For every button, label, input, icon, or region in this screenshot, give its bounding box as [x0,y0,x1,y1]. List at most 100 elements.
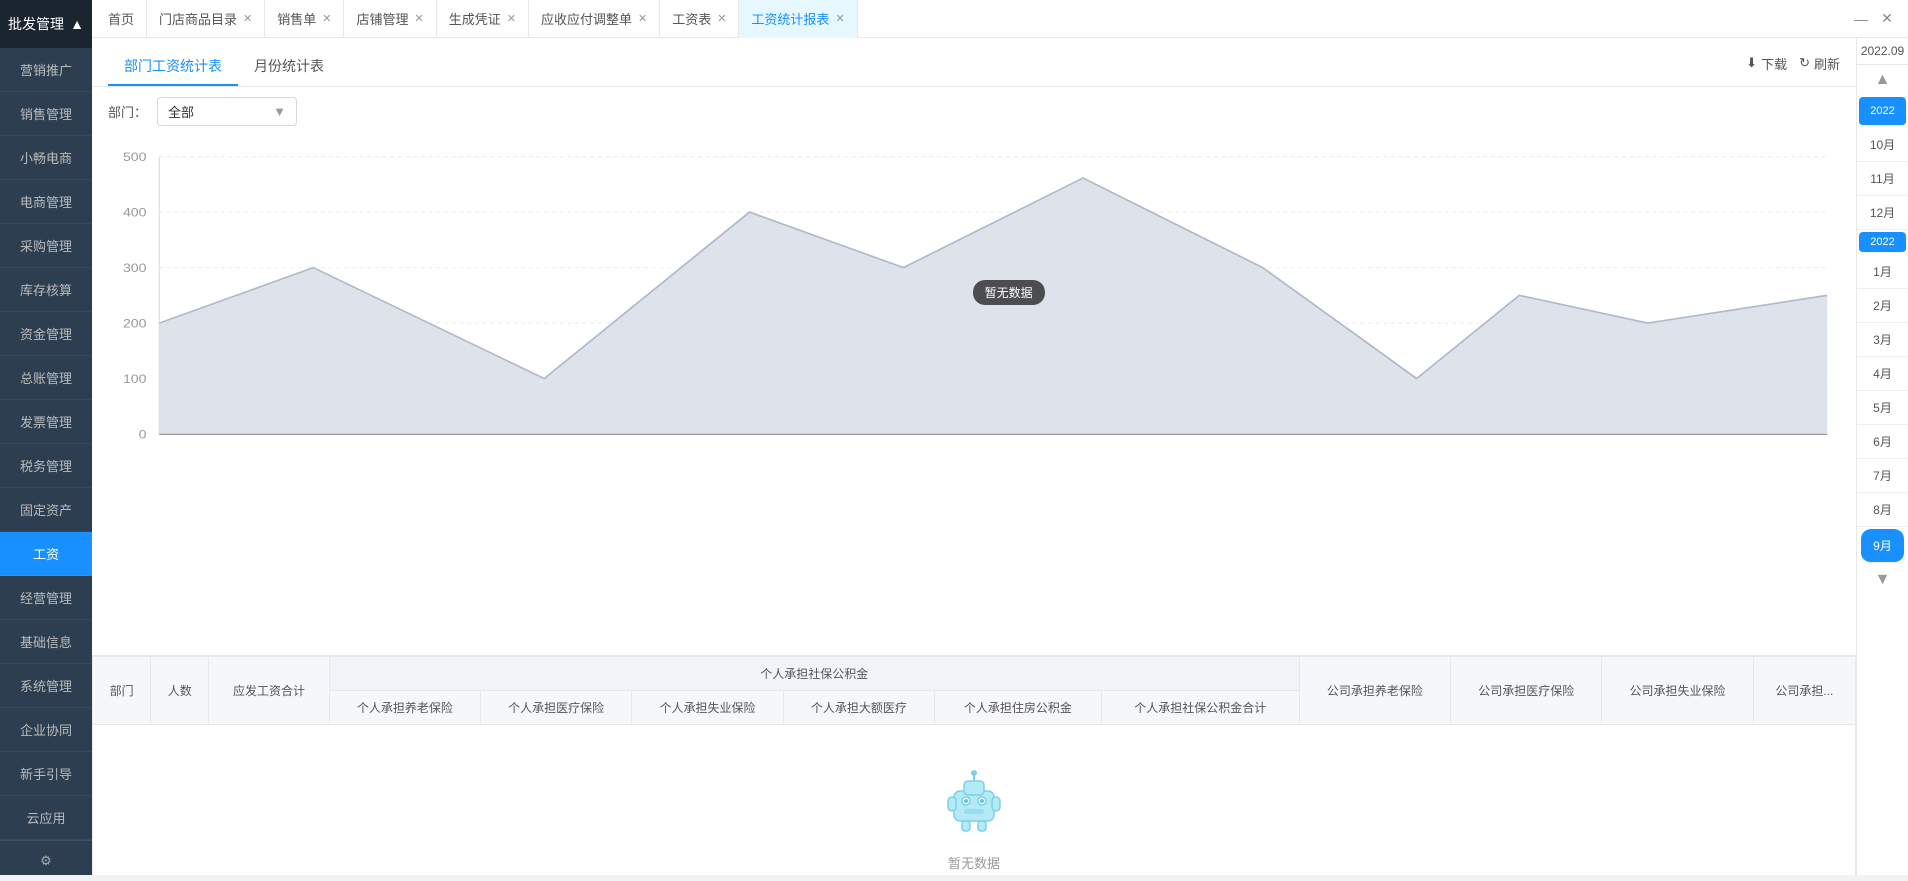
gear-icon: ⚙ [40,853,52,868]
th-personal-housing: 个人承担住房公积金 [935,691,1102,725]
tab-store-catalog[interactable]: 门店商品目录 ✕ [147,0,265,38]
date-month-6[interactable]: 6月 [1857,425,1908,459]
refresh-button[interactable]: ↻ 刷新 [1799,54,1840,73]
filter-row: 部门： 全部 ▼ [92,87,1856,136]
sidebar-toggle-icon: ▲ [70,16,84,32]
th-personal-group: 个人承担社保公积金 [329,657,1299,691]
chart-container: 0 100 200 300 400 500 暂无数据 [108,146,1840,466]
date-month-2[interactable]: 2月 [1857,289,1908,323]
sidebar-item-dscgl[interactable]: 电商管理 [0,180,92,224]
th-personal-large-medical: 个人承担大额医疗 [783,691,934,725]
th-company-unemploy: 公司承担失业保险 [1602,657,1753,725]
sidebar-item-gz[interactable]: 工资 [0,532,92,576]
empty-label: 暂无数据 [948,853,1000,872]
chart-area: 0 100 200 300 400 500 暂无数据 [92,136,1856,655]
tab-payroll[interactable]: 工资表 ✕ [660,0,739,38]
svg-text:400: 400 [123,206,147,220]
minimize-button[interactable]: — [1852,10,1870,28]
chart-svg: 0 100 200 300 400 500 [108,146,1840,466]
date-month-1[interactable]: 1月 [1857,255,1908,289]
tab-adjustment[interactable]: 应收应付调整单 ✕ [529,0,660,38]
date-month-4[interactable]: 4月 [1857,357,1908,391]
svg-text:200: 200 [123,316,147,330]
date-panel-current[interactable]: 2022.09 [1857,38,1908,65]
table-wrapper[interactable]: 部门 人数 应发工资合计 个人承担社保公积金 公司承担养老保险 公司承担医疗保险… [92,655,1856,875]
sidebar-item-gdze[interactable]: 固定资产 [0,488,92,532]
date-month-3[interactable]: 3月 [1857,323,1908,357]
tab-close-shop-mgmt[interactable]: ✕ [415,12,424,25]
dropdown-arrow-icon: ▼ [273,104,286,119]
page-main: 部门工资统计表 月份统计表 ⬇ 下载 ↻ 刷新 [92,38,1856,875]
date-panel-up-arrow[interactable]: ▲ [1857,65,1908,95]
sub-tabs: 部门工资统计表 月份统计表 ⬇ 下载 ↻ 刷新 [92,38,1856,87]
sidebar-item-xcdsc[interactable]: 小畅电商 [0,136,92,180]
date-year-2022-marker: 2022 [1859,232,1906,253]
sub-tab-month[interactable]: 月份统计表 [238,48,340,86]
svg-text:500: 500 [123,150,147,164]
download-icon: ⬇ [1746,55,1757,71]
main-area: 首页 门店商品目录 ✕ 销售单 ✕ 店铺管理 ✕ 生成凭证 ✕ 应收应付调整单 … [92,0,1908,875]
tab-home[interactable]: 首页 [96,0,147,38]
filter-dept-value: 全部 [168,102,194,121]
tabs-bar: 首页 门店商品目录 ✕ 销售单 ✕ 店铺管理 ✕ 生成凭证 ✕ 应收应付调整单 … [92,0,1908,38]
sidebar-item-zjgl[interactable]: 资金管理 [0,312,92,356]
data-table: 部门 人数 应发工资合计 个人承担社保公积金 公司承担养老保险 公司承担医疗保险… [92,656,1856,875]
sidebar: 批发管理 ▲ 营销推广 销售管理 小畅电商 电商管理 采购管理 库存核算 资金管… [0,0,92,875]
tab-close-adjustment[interactable]: ✕ [638,12,647,25]
date-month-9[interactable]: 9月 [1861,529,1904,563]
th-company-medical: 公司承担医疗保险 [1451,657,1602,725]
th-count: 人数 [151,657,209,725]
svg-text:300: 300 [123,261,147,275]
th-company-pension: 公司承担养老保险 [1299,657,1450,725]
date-panel: 2022.09 ▲ 2022 10月 11月 12月 2022 1月 2月 3月… [1856,38,1908,875]
sidebar-header[interactable]: 批发管理 ▲ [0,0,92,48]
date-month-11[interactable]: 11月 [1857,162,1908,196]
tab-shop-mgmt[interactable]: 店铺管理 ✕ [344,0,436,38]
sidebar-item-yyyp[interactable]: 云应用 [0,796,92,840]
th-company-more: 公司承担... [1753,657,1855,725]
date-month-8[interactable]: 8月 [1857,493,1908,527]
sidebar-item-jygl[interactable]: 经营管理 [0,576,92,620]
download-button[interactable]: ⬇ 下载 [1746,54,1787,73]
date-month-5[interactable]: 5月 [1857,391,1908,425]
svg-text:0: 0 [139,427,147,441]
sidebar-item-zzgl[interactable]: 总账管理 [0,356,92,400]
th-personal-medical: 个人承担医疗保险 [481,691,632,725]
empty-state: 暂无数据 [103,733,1845,875]
date-year-2022[interactable]: 2022 [1859,97,1906,126]
close-button[interactable]: ✕ [1878,10,1896,28]
filter-dept-label: 部门： [108,102,147,121]
chart-tooltip: 暂无数据 [973,280,1045,305]
sub-tab-dept[interactable]: 部门工资统计表 [108,48,238,86]
sidebar-item-cggl[interactable]: 采购管理 [0,224,92,268]
tab-payroll-stats[interactable]: 工资统计报表 ✕ [739,0,857,38]
sub-tab-actions: ⬇ 下载 ↻ 刷新 [1746,54,1840,81]
sidebar-item-qytx[interactable]: 企业协同 [0,708,92,752]
th-dept: 部门 [93,657,151,725]
date-panel-down-arrow[interactable]: ▼ [1857,565,1908,595]
date-month-12[interactable]: 12月 [1857,196,1908,230]
tab-gen-voucher[interactable]: 生成凭证 ✕ [437,0,529,38]
svg-text:100: 100 [123,372,147,386]
sidebar-item-swgl[interactable]: 税务管理 [0,444,92,488]
date-month-10[interactable]: 10月 [1857,128,1908,162]
th-total: 应发工资合计 [209,657,329,725]
tab-close-payroll[interactable]: ✕ [717,12,726,25]
sidebar-item-xtgl[interactable]: 系统管理 [0,664,92,708]
sidebar-item-fpgl[interactable]: 发票管理 [0,400,92,444]
window-buttons: — ✕ [1844,10,1904,28]
sidebar-item-kche[interactable]: 库存核算 [0,268,92,312]
tab-close-gen-voucher[interactable]: ✕ [507,12,516,25]
tab-sales[interactable]: 销售单 ✕ [265,0,344,38]
tab-close-payroll-stats[interactable]: ✕ [835,12,844,25]
filter-dept-select[interactable]: 全部 ▼ [157,97,297,126]
sidebar-item-jcxx[interactable]: 基础信息 [0,620,92,664]
sidebar-item-xsgl[interactable]: 销售管理 [0,92,92,136]
sidebar-item-xsyd[interactable]: 新手引导 [0,752,92,796]
empty-robot-icon [934,763,1014,843]
tab-close-store-catalog[interactable]: ✕ [243,12,252,25]
tab-close-sales[interactable]: ✕ [322,12,331,25]
date-month-7[interactable]: 7月 [1857,459,1908,493]
content-area: 部门工资统计表 月份统计表 ⬇ 下载 ↻ 刷新 [92,38,1908,875]
sidebar-item-yxty[interactable]: 营销推广 [0,48,92,92]
